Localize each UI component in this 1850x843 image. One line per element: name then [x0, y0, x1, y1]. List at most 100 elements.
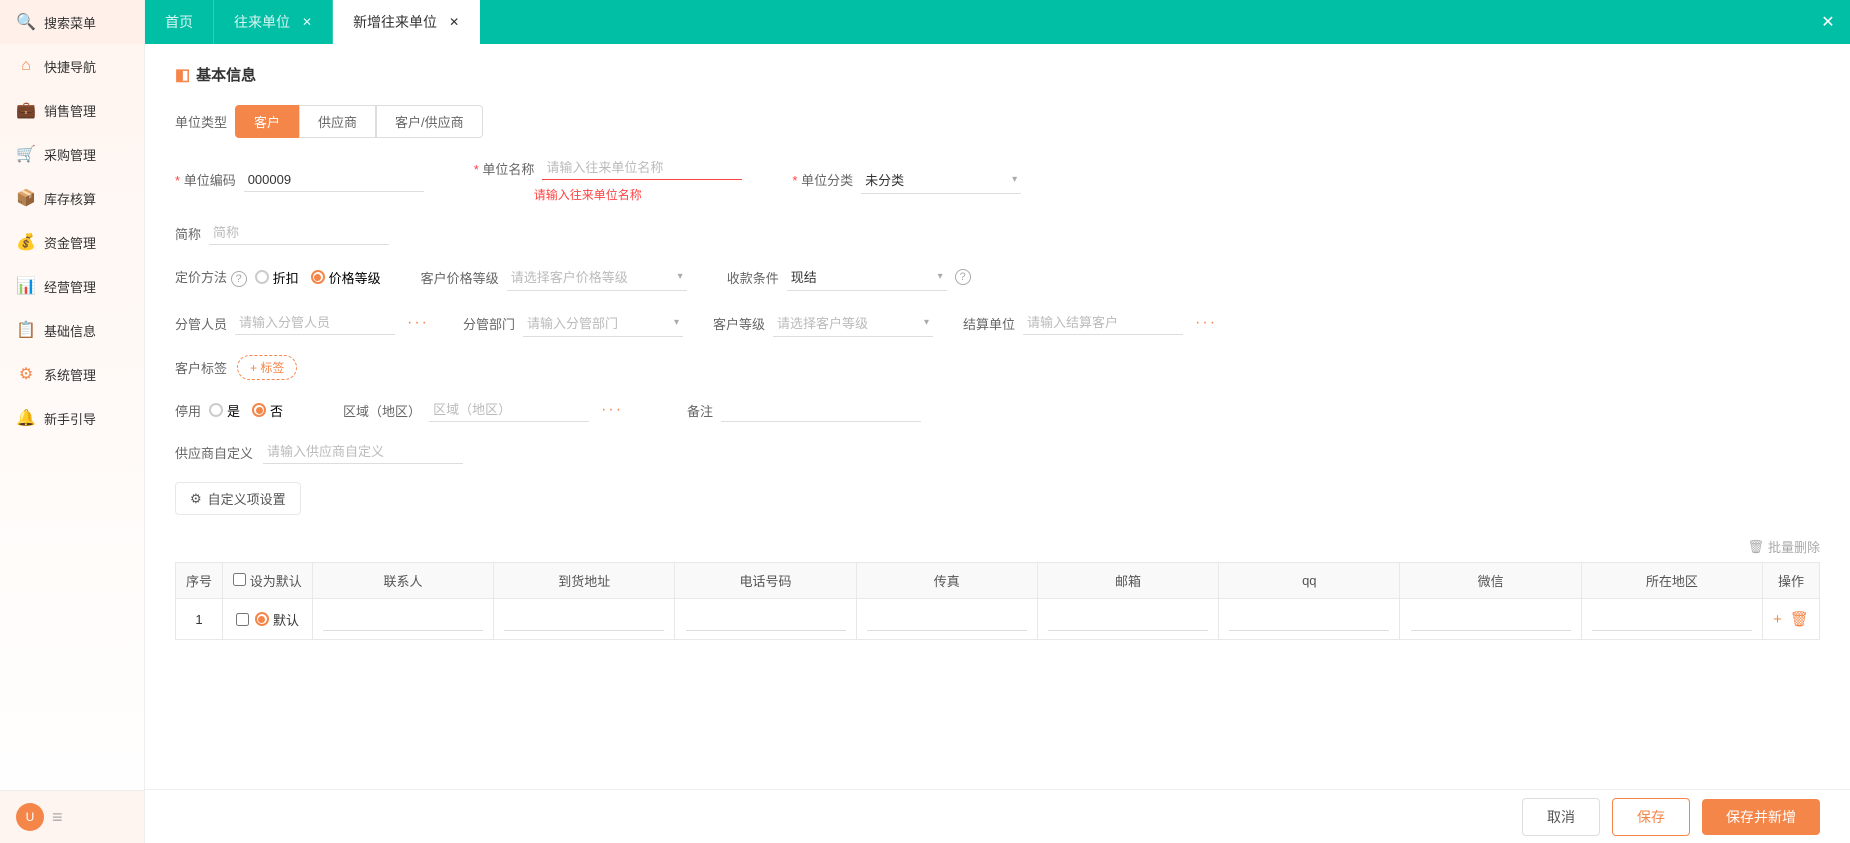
contact-table-section: 🗑 批量删除 序号 设为默认 联系人 到货地址 电话号码 传真 — [175, 537, 1820, 640]
unit-code-input[interactable] — [244, 168, 424, 192]
payment-terms-help-icon[interactable]: ? — [955, 269, 971, 285]
col-qq: qq — [1219, 563, 1400, 599]
cell-wechat — [1400, 599, 1581, 640]
sidebar-item-sales[interactable]: 💼 销售管理 — [0, 88, 144, 132]
remarks-input[interactable] — [721, 398, 921, 422]
sidebar-item-purchase[interactable]: 🛒 采购管理 — [0, 132, 144, 176]
customer-price-level-select[interactable]: 请选择客户价格等级 ▾ — [507, 263, 687, 291]
cancel-button[interactable]: 取消 — [1522, 798, 1600, 836]
delete-row-btn[interactable]: 🗑 — [1790, 610, 1809, 628]
unit-type-field: 单位类型 客户 供应商 客户/供应商 — [175, 105, 483, 138]
payment-terms-select[interactable]: 现结 ▾ — [787, 263, 947, 291]
region-field: 区域（地区） ··· — [343, 398, 627, 422]
fax-input[interactable] — [867, 607, 1027, 631]
chevron-down-icon3: ▾ — [938, 271, 943, 282]
manager-input[interactable] — [235, 311, 395, 335]
qq-input[interactable] — [1229, 607, 1389, 631]
disabled-radio-group: 是 否 — [209, 401, 283, 420]
tab-home-label: 首页 — [165, 12, 193, 32]
tab-new-partner-close-icon[interactable]: ✕ — [449, 15, 459, 29]
customer-level-select[interactable]: 请选择客户等级 ▾ — [773, 309, 933, 337]
short-name-input[interactable] — [209, 221, 389, 245]
add-tag-button[interactable]: + 标签 — [237, 355, 297, 380]
department-select[interactable]: 请输入分管部门 ▾ — [523, 309, 683, 337]
unit-type-customer-btn[interactable]: 客户 — [235, 105, 299, 138]
pricing-radio-group: 折扣 价格等级 — [255, 268, 381, 287]
gear-icon: ⚙ — [190, 491, 202, 507]
settlement-unit-field: 结算单位 ··· — [963, 311, 1221, 335]
sidebar-item-search[interactable]: 🔍 搜索菜单 — [0, 0, 144, 44]
pricing-discount-option[interactable]: 折扣 — [255, 268, 299, 287]
sidebar-item-operations[interactable]: 📊 经营管理 — [0, 264, 144, 308]
address-input[interactable] — [504, 607, 664, 631]
default-radio-item[interactable]: 默认 — [255, 610, 299, 629]
tab-home[interactable]: 首页 — [145, 0, 214, 44]
save-button[interactable]: 保存 — [1612, 798, 1690, 836]
table-header: 序号 设为默认 联系人 到货地址 电话号码 传真 邮箱 qq 微信 所在地区 — [176, 563, 1820, 599]
col-phone: 电话号码 — [675, 563, 856, 599]
settlement-unit-input[interactable] — [1023, 311, 1183, 335]
disabled-label: 停用 — [175, 401, 201, 420]
sidebar-item-basic-info[interactable]: 📋 基础信息 — [0, 308, 144, 352]
unit-name-label: * 单位名称 — [474, 159, 535, 178]
sidebar-item-inventory[interactable]: 📦 库存核算 — [0, 176, 144, 220]
batch-delete-button[interactable]: 🗑 批量删除 — [1747, 537, 1820, 556]
sales-icon: 💼 — [16, 100, 36, 120]
select-all-checkbox[interactable] — [233, 573, 246, 586]
main-area: 首页 往来单位 ✕ 新增往来单位 ✕ ✕ ◧ 基本信息 单位类型 客户 供应商 … — [145, 0, 1850, 843]
add-row-btn[interactable]: + — [1773, 611, 1782, 628]
sidebar-item-guide[interactable]: 🔔 新手引导 — [0, 396, 144, 440]
region-input[interactable] — [429, 398, 589, 422]
cell-actions: + 🗑 — [1762, 599, 1819, 640]
table-toolbar: 🗑 批量删除 — [175, 537, 1820, 556]
tab-bar: 首页 往来单位 ✕ 新增往来单位 ✕ ✕ — [145, 0, 1850, 44]
tab-new-partner-label: 新增往来单位 — [353, 12, 437, 32]
form-content: ◧ 基本信息 单位类型 客户 供应商 客户/供应商 * 单位编码 * — [145, 44, 1850, 789]
row-checkbox[interactable] — [236, 613, 249, 626]
pricing-help-icon[interactable]: ? — [231, 271, 247, 287]
unit-name-input[interactable] — [542, 156, 742, 180]
pricing-level-label: 价格等级 — [329, 268, 381, 287]
disabled-no-option[interactable]: 否 — [252, 401, 283, 420]
sidebar-item-finance[interactable]: 💰 资金管理 — [0, 220, 144, 264]
region-table-input[interactable] — [1592, 607, 1752, 631]
purchase-icon: 🛒 — [16, 144, 36, 164]
region-more-btn[interactable]: ··· — [597, 401, 627, 419]
tab-new-partner[interactable]: 新增往来单位 ✕ — [333, 0, 480, 44]
unit-type-both-btn[interactable]: 客户/供应商 — [376, 105, 483, 138]
settlement-unit-label: 结算单位 — [963, 314, 1015, 333]
sidebar-label-basic-info: 基础信息 — [44, 321, 96, 340]
custom-settings-button[interactable]: ⚙ 自定义项设置 — [175, 482, 301, 515]
unit-category-field: * 单位分类 未分类 ▾ — [792, 166, 1021, 194]
tab-partners[interactable]: 往来单位 ✕ — [214, 0, 333, 44]
batch-delete-label: 批量删除 — [1768, 537, 1820, 556]
sidebar-item-system[interactable]: ⚙ 系统管理 — [0, 352, 144, 396]
cell-fax — [856, 599, 1037, 640]
email-input[interactable] — [1048, 607, 1208, 631]
close-all-tabs-button[interactable]: ✕ — [1806, 0, 1850, 44]
bottom-bar: 取消 保存 保存并新增 — [145, 789, 1850, 843]
payment-terms-value: 现结 — [791, 267, 817, 286]
sidebar-item-quick-nav[interactable]: ⌂ 快捷导航 — [0, 44, 144, 88]
basic-info-icon: 📋 — [16, 320, 36, 340]
short-name-row: 简称 — [175, 221, 1820, 245]
settlement-unit-more-btn[interactable]: ··· — [1191, 314, 1221, 332]
supplier-custom-input[interactable] — [263, 440, 463, 464]
unit-type-label: 单位类型 — [175, 112, 227, 131]
chevron-down-icon4: ▾ — [674, 317, 679, 328]
unit-category-select[interactable]: 未分类 ▾ — [861, 166, 1021, 194]
pricing-level-option[interactable]: 价格等级 — [311, 268, 381, 287]
contact-input[interactable] — [323, 607, 483, 631]
wechat-input[interactable] — [1411, 607, 1571, 631]
manager-more-btn[interactable]: ··· — [403, 314, 433, 332]
unit-type-supplier-btn[interactable]: 供应商 — [299, 105, 376, 138]
disabled-no-label: 否 — [270, 401, 283, 420]
search-icon: 🔍 — [16, 12, 36, 32]
tab-partners-close-icon[interactable]: ✕ — [302, 15, 312, 29]
phone-input[interactable] — [686, 607, 846, 631]
customer-price-level-field: 客户价格等级 请选择客户价格等级 ▾ — [421, 263, 687, 291]
system-icon: ⚙ — [16, 364, 36, 384]
disabled-yes-option[interactable]: 是 — [209, 401, 240, 420]
save-new-button[interactable]: 保存并新增 — [1702, 799, 1820, 835]
inventory-icon: 📦 — [16, 188, 36, 208]
